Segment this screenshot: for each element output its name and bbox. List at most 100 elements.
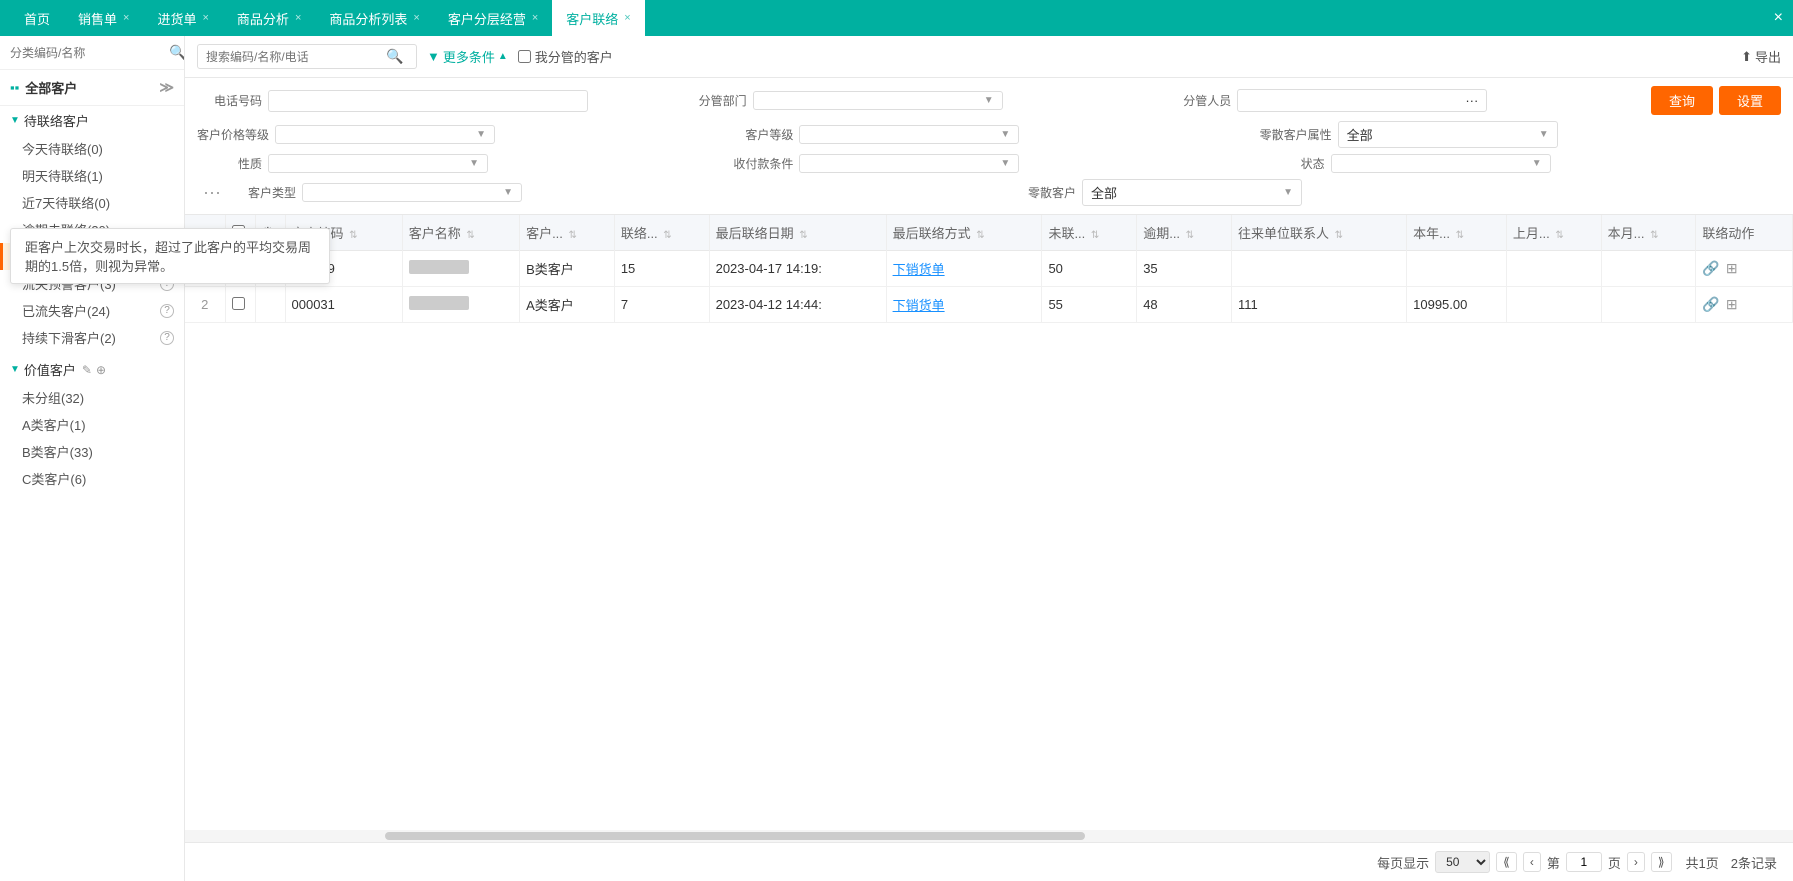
per-page-select[interactable]: 50 20 100 [1435, 851, 1490, 873]
per-page-label: 每页显示 [1377, 853, 1429, 872]
nav-customer-contact-close[interactable]: × [624, 12, 630, 24]
grid-icon-1[interactable]: ⊞ [1726, 260, 1738, 277]
sidebar-item-ungrouped[interactable]: 未分组(32) [0, 384, 184, 411]
last-page-btn[interactable]: ⟫ [1651, 852, 1672, 872]
sidebar-item-class-a[interactable]: A类客户(1) [0, 411, 184, 438]
sidebar-item-7days[interactable]: 近7天待联络(0) [0, 189, 184, 216]
sort-icon-unit[interactable]: ⇅ [1335, 230, 1343, 241]
sort-icon-year[interactable]: ⇅ [1456, 230, 1464, 241]
cell-index-2: 2 [185, 287, 225, 323]
scrollbar-thumb[interactable] [385, 832, 1085, 840]
row2-checkbox[interactable] [232, 297, 245, 310]
sort-icon-tmonth[interactable]: ⇅ [1650, 230, 1658, 241]
info-icon-4: ? [160, 331, 174, 345]
filter-payment: 收付款条件 ▼ [728, 154, 1249, 173]
sidebar-item-tomorrow[interactable]: 明天待联络(1) [0, 162, 184, 189]
search-wrap: 🔍 [197, 44, 417, 69]
contact-method-link-2[interactable]: 下销货单 [893, 298, 945, 313]
col-overdue: 逾期... ⇅ [1137, 215, 1232, 251]
nav-sales-close[interactable]: × [123, 12, 129, 24]
sort-icon-type[interactable]: ⇅ [569, 230, 577, 241]
nature-select[interactable]: ▼ [268, 154, 488, 173]
sort-icon-method[interactable]: ⇅ [976, 230, 984, 241]
add-icon[interactable]: ⊕ [96, 363, 106, 377]
department-select[interactable]: ▼ [753, 91, 1003, 110]
triangle-icon-2: ▼ [10, 364, 20, 375]
main-layout: 🔍 ▪▪ 全部客户 ≫ ▼ 待联络客户 今天待联络(0) 明天待联络(1) 近7… [0, 36, 1793, 881]
cell-overdue-2: 48 [1137, 287, 1232, 323]
sort-icon-date[interactable]: ⇅ [799, 230, 807, 241]
filter-phone: 电话号码 [197, 90, 672, 112]
sidebar-item-class-b[interactable]: B类客户(33) [0, 438, 184, 465]
export-button[interactable]: ⬆ 导出 [1741, 47, 1781, 66]
col-action: 联络动作 [1696, 215, 1793, 251]
my-customers-checkbox[interactable] [518, 50, 531, 63]
sidebar-item-already-lost[interactable]: 已流失客户(24) ? [0, 297, 184, 324]
masked-name-1 [409, 260, 469, 274]
nav-customer-segment[interactable]: 客户分层经营 × [434, 0, 552, 36]
query-button[interactable]: 查询 [1651, 86, 1713, 115]
contact-method-link-1[interactable]: 下销货单 [893, 262, 945, 277]
sidebar-item-today[interactable]: 今天待联络(0) [0, 135, 184, 162]
retail-customer-select[interactable]: 全部 ▼ [1082, 179, 1302, 206]
nav-product-list-close[interactable]: × [413, 12, 419, 24]
nav-product-analysis[interactable]: 商品分析 × [223, 0, 315, 36]
table-container[interactable]: ⚙ 客户编码 ⇅ 客户名称 ⇅ 客户... ⇅ [185, 215, 1793, 830]
phone-input[interactable] [268, 90, 588, 112]
search-icon[interactable]: 🔍 [386, 48, 403, 65]
customer-type-select[interactable]: ▼ [302, 183, 522, 202]
content-area: 🔍 ▼ 更多条件 ▲ 我分管的客户 ⬆ 导出 电话号码 [185, 36, 1793, 881]
sidebar-group-value[interactable]: ▼ 价值客户 ✎ ⊕ [0, 355, 184, 384]
price-level-select[interactable]: ▼ [275, 125, 495, 144]
nav-product-analysis-list[interactable]: 商品分析列表 × [315, 0, 433, 36]
chevron-down-icon-3: ▼ [1000, 129, 1010, 140]
retail-attr-select[interactable]: 全部 ▼ [1338, 121, 1558, 148]
sort-icon-lmonth[interactable]: ⇅ [1555, 230, 1563, 241]
filter-nature: 性质 ▼ [197, 154, 718, 173]
search-input[interactable] [206, 50, 386, 64]
prev-page-btn[interactable]: ‹ [1523, 852, 1541, 872]
filter-customer-level: 客户等级 ▼ [728, 125, 1249, 144]
payment-select[interactable]: ▼ [799, 154, 1019, 173]
sidebar-item-declining[interactable]: 持续下滑客户(2) ? [0, 324, 184, 351]
sidebar-item-class-c[interactable]: C类客户(6) [0, 465, 184, 492]
nav-product-analysis-close[interactable]: × [295, 12, 301, 24]
col-this-month: 本月... ⇅ [1601, 215, 1696, 251]
status-select[interactable]: ▼ [1331, 154, 1551, 173]
edit-icon[interactable]: ✎ [82, 363, 92, 377]
nav-purchase[interactable]: 进货单 × [143, 0, 222, 36]
sidebar-group-pending[interactable]: ▼ 待联络客户 [0, 106, 184, 135]
nav-purchase-close[interactable]: × [202, 12, 208, 24]
filter-retail-attr: 零散客户属性 全部 ▼ [1260, 121, 1781, 148]
sort-icon[interactable]: ⇅ [349, 230, 357, 241]
nav-customer-segment-close[interactable]: × [532, 12, 538, 24]
manager-select[interactable]: ··· [1237, 89, 1487, 112]
sort-icon-overdue[interactable]: ⇅ [1186, 230, 1194, 241]
setting-button[interactable]: 设置 [1719, 86, 1781, 115]
sort-icon-contact[interactable]: ⇅ [663, 230, 671, 241]
sidebar-collapse-btn[interactable]: ≫ [159, 79, 174, 96]
customer-level-select[interactable]: ▼ [799, 125, 1019, 144]
filter-bar: 🔍 ▼ 更多条件 ▲ 我分管的客户 ⬆ 导出 [185, 36, 1793, 78]
nav-customer-contact[interactable]: 客户联络 × [552, 0, 644, 36]
cell-checkbox-2 [225, 287, 255, 323]
col-last-month: 上月... ⇅ [1506, 215, 1601, 251]
grid-icon-2[interactable]: ⊞ [1726, 296, 1738, 313]
global-close-button[interactable]: × [1774, 9, 1783, 27]
chevron-down-icon-7: ▼ [1532, 158, 1542, 169]
horizontal-scrollbar[interactable] [185, 830, 1793, 842]
nav-sales[interactable]: 销售单 × [64, 0, 143, 36]
next-page-btn[interactable]: › [1627, 852, 1645, 872]
page-number-input[interactable] [1566, 852, 1602, 872]
first-page-btn[interactable]: ⟪ [1496, 852, 1517, 872]
sidebar-search-icon[interactable]: 🔍 [169, 44, 185, 61]
link-icon-1[interactable]: 🔗 [1702, 260, 1719, 277]
link-icon-2[interactable]: 🔗 [1702, 296, 1719, 313]
sidebar-search-input[interactable] [10, 46, 165, 60]
more-conditions-btn[interactable]: ▼ 更多条件 ▲ [427, 47, 508, 66]
sort-icon-name[interactable]: ⇅ [466, 230, 474, 241]
nav-home[interactable]: 首页 [10, 0, 64, 36]
sort-icon-unread[interactable]: ⇅ [1091, 230, 1099, 241]
more-filter-dots[interactable]: ··· [203, 182, 221, 203]
cell-method-1: 下销货单 [886, 251, 1042, 287]
